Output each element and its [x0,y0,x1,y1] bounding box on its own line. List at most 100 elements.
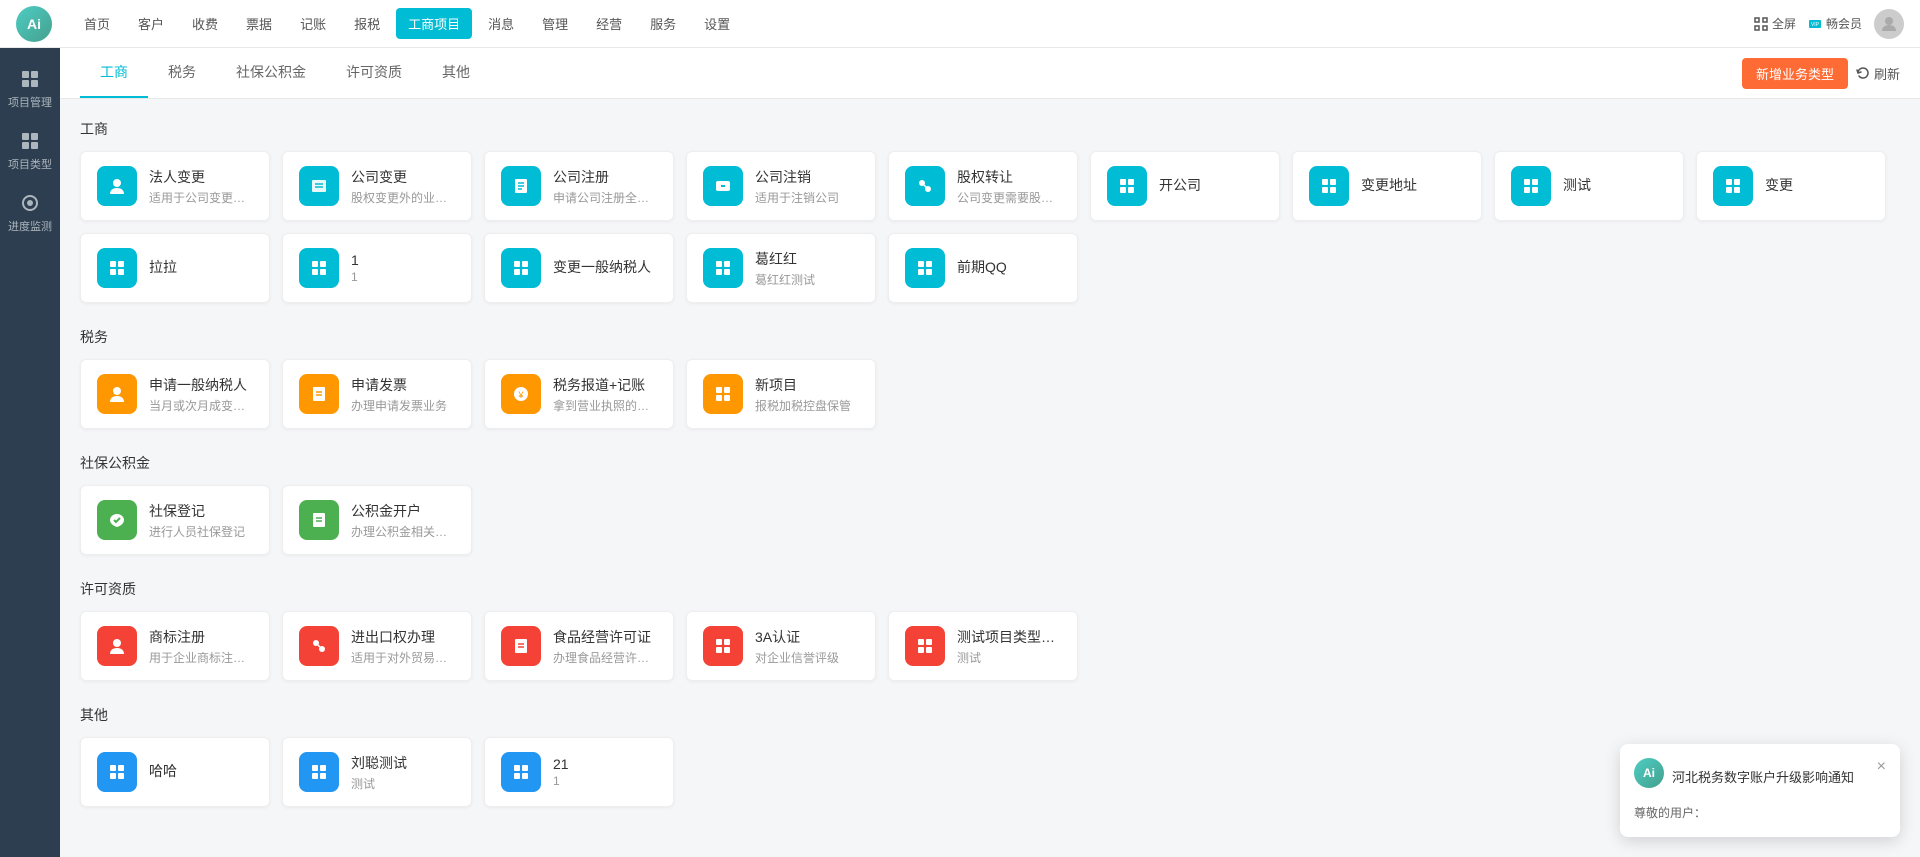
shebao-cards-grid: 社保登记 进行人员社保登记 公积金开户 办理公积金相关业务 [80,485,1900,555]
shuiwu2-desc: 办理申请发票业务 [351,397,455,414]
refresh-button[interactable]: 刷新 [1856,64,1900,83]
card-shuiwu-3[interactable]: ¥ 税务报道+记账 拿到营业执照的新公司 [484,359,674,429]
sidebar-item-project-type[interactable]: 项目类型 [0,120,60,182]
xuke4-name: 3A认证 [755,627,859,647]
biangengdizhi-info: 变更地址 [1361,175,1465,197]
vip-btn[interactable]: VIP 畅会员 [1808,15,1862,32]
card-shebao-1[interactable]: 社保登记 进行人员社保登记 [80,485,270,555]
notification-close-button[interactable]: × [1877,758,1886,776]
nav-item-bookkeep[interactable]: 记账 [288,8,338,39]
card-xuke-2[interactable]: 进出口权办理 适用于对外贸易经营者 [282,611,472,681]
guquan-info: 股权转让 公司变更需要股权转让 [957,167,1061,206]
biangeng-info: 变更 [1765,175,1869,197]
tab-other[interactable]: 其他 [422,48,490,98]
one-info: 1 1 [351,252,455,284]
card-ceshi[interactable]: 测试 [1494,151,1684,221]
vip-icon: VIP [1808,17,1822,31]
guquan-icon [905,166,945,206]
fullscreen-label: 全屏 [1772,15,1796,32]
other3-icon [501,752,541,792]
card-gehonghong[interactable]: 葛红红 葛红红测试 [686,233,876,303]
one-desc: 1 [351,270,455,284]
nav-item-setting[interactable]: 设置 [692,8,742,39]
xuke5-icon [905,626,945,666]
card-shebao-2[interactable]: 公积金开户 办理公积金相关业务 [282,485,472,555]
vip-label: 畅会员 [1826,15,1862,32]
shuiwu3-desc: 拿到营业执照的新公司 [553,397,657,414]
nav-item-business[interactable]: 工商项目 [396,8,472,39]
nav-item-bill[interactable]: 票据 [234,8,284,39]
tab-shuiwu[interactable]: 税务 [148,48,216,98]
project-manage-icon [19,68,41,90]
avatar-icon [1880,15,1898,33]
card-biangeng[interactable]: 变更 [1696,151,1886,221]
card-other-1[interactable]: 哈哈 [80,737,270,807]
lala-info: 拉拉 [149,257,253,279]
sidebar-item-progress[interactable]: 进度监测 [0,182,60,244]
section-title-other: 其他 [80,705,1900,725]
biangengna-info: 变更一般纳税人 [553,257,657,279]
other3-info: 21 1 [553,756,657,788]
shuiwu1-icon [97,374,137,414]
sidebar-label-project-manage: 项目管理 [8,94,52,110]
card-gszuxiao[interactable]: 公司注销 适用于注销公司 [686,151,876,221]
biangeng-icon [1713,166,1753,206]
nav-item-home[interactable]: 首页 [72,8,122,39]
nav-item-client[interactable]: 客户 [126,8,176,39]
faziren-info: 法人变更 适用于公司变更法人 [149,167,253,206]
gszhuce-desc: 申请公司注册全流程 [553,189,657,206]
nav-item-service[interactable]: 服务 [638,8,688,39]
card-xuke-1[interactable]: 商标注册 用于企业商标注册服务 [80,611,270,681]
card-shuiwu-1[interactable]: 申请一般纳税人 当月或次月成变更完成 [80,359,270,429]
card-shuiwu-2[interactable]: 申请发票 办理申请发票业务 [282,359,472,429]
nav-item-message[interactable]: 消息 [476,8,526,39]
card-guquan[interactable]: 股权转让 公司变更需要股权转让 [888,151,1078,221]
fullscreen-btn[interactable]: 全屏 [1754,15,1796,32]
sidebar-item-project-manage[interactable]: 项目管理 [0,58,60,120]
card-xuke-4[interactable]: 3A认证 对企业信誉评级 [686,611,876,681]
card-faziren[interactable]: 法人变更 适用于公司变更法人 [80,151,270,221]
shebao1-desc: 进行人员社保登记 [149,523,253,540]
nav-item-charge[interactable]: 收费 [180,8,230,39]
other2-name: 刘聪测试 [351,753,455,773]
shebao1-icon [97,500,137,540]
card-xuke-3[interactable]: 食品经营许可证 办理食品经营许可证 [484,611,674,681]
shuiwu4-name: 新项目 [755,375,859,395]
biangengdizhi-name: 变更地址 [1361,175,1465,195]
kaigongsi-name: 开公司 [1159,175,1263,195]
user-avatar[interactable] [1874,9,1904,39]
nav-item-operation[interactable]: 经营 [584,8,634,39]
card-gsbiangeng[interactable]: 公司变更 股权变更外的业务变更 [282,151,472,221]
guquan-name: 股权转让 [957,167,1061,187]
notification-title: 河北税务数字账户升级影响通知 [1672,767,1854,786]
card-other-2[interactable]: 刘聪测试 测试 [282,737,472,807]
tab-xuke[interactable]: 许可资质 [326,48,422,98]
nav-item-tax[interactable]: 报税 [342,8,392,39]
notification-body: 尊敬的用户： [1634,804,1886,823]
xuke3-name: 食品经营许可证 [553,627,657,647]
card-one[interactable]: 1 1 [282,233,472,303]
nav-item-manage[interactable]: 管理 [530,8,580,39]
card-lala[interactable]: 拉拉 [80,233,270,303]
xuke2-name: 进出口权办理 [351,627,455,647]
card-qianqiqq[interactable]: 前期QQ [888,233,1078,303]
card-biangeng-納[interactable]: 变更一般纳税人 [484,233,674,303]
card-other-3[interactable]: 21 1 [484,737,674,807]
card-gszhuce[interactable]: 公司注册 申请公司注册全流程 [484,151,674,221]
progress-icon [19,192,41,214]
add-type-button[interactable]: 新增业务类型 [1742,58,1848,89]
card-xuke-5[interactable]: 测试项目类型自定义 测试 [888,611,1078,681]
xuke4-icon [703,626,743,666]
card-biangengdizhi[interactable]: 变更地址 [1292,151,1482,221]
gszhuce-icon [501,166,541,206]
card-shuiwu-4[interactable]: 新项目 报税加税控盘保管 [686,359,876,429]
tab-actions: 新增业务类型 刷新 [1742,58,1900,89]
refresh-label: 刷新 [1874,64,1900,83]
card-kaigongsi[interactable]: 开公司 [1090,151,1280,221]
tab-gongshang[interactable]: 工商 [80,48,148,98]
gszuxiao-info: 公司注销 适用于注销公司 [755,167,859,206]
content-area: 工商 法人变更 适用于公司变更法人 公司变更 [60,99,1920,851]
tab-shebao[interactable]: 社保公积金 [216,48,326,98]
shuiwu1-name: 申请一般纳税人 [149,375,253,395]
fullscreen-icon [1754,17,1768,31]
